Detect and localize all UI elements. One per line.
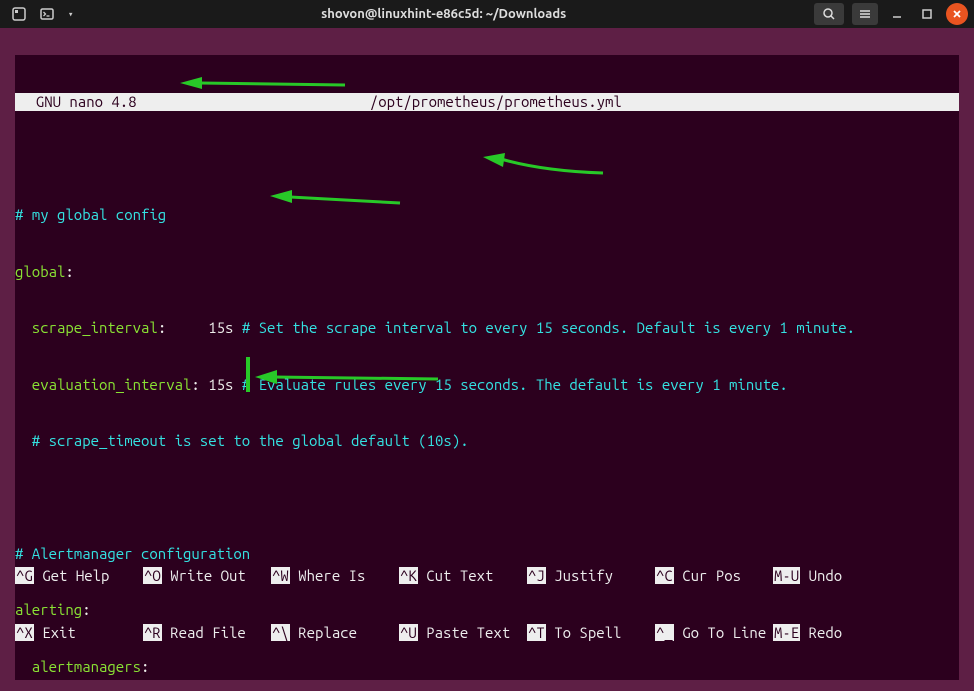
hamburger-menu-button[interactable] [852, 3, 878, 25]
gnome-topbar: ▾ shovon@linuxhint-e86c5d: ~/Downloads [0, 0, 974, 28]
menu-dropdown-icon[interactable]: ▾ [68, 9, 73, 20]
terminal-window[interactable]: GNU nano 4.8 /opt/prometheus/prometheus.… [15, 55, 959, 680]
code-comment: # my global config [15, 206, 166, 223]
topbar-left: ▾ [6, 7, 73, 21]
shortcut-row-1: ^G Get Help ^O Write Out ^W Where Is ^K … [15, 567, 959, 586]
code-key: scrape_interval [15, 319, 158, 336]
window-title: shovon@linuxhint-e86c5d: ~/Downloads [77, 7, 810, 21]
maximize-button[interactable] [916, 3, 938, 25]
nano-shortcut-bar: ^G Get Help ^O Write Out ^W Where Is ^K … [15, 530, 959, 680]
close-button[interactable] [946, 3, 968, 25]
nano-filename: /opt/prometheus/prometheus.yml [157, 93, 835, 112]
shortcut-label: Get Help [34, 567, 110, 584]
code-key: global [15, 263, 65, 280]
minimize-button[interactable] [886, 3, 908, 25]
code-comment: # Set the scrape interval to every 15 se… [242, 319, 855, 336]
topbar-right [814, 3, 968, 25]
nano-titlebar: GNU nano 4.8 /opt/prometheus/prometheus.… [15, 93, 959, 112]
shortcut-key: ^G [15, 567, 34, 584]
nano-app-label: GNU nano 4.8 [19, 93, 157, 112]
activities-icon[interactable] [12, 7, 26, 21]
search-button[interactable] [814, 3, 844, 25]
code-key: evaluation_interval [15, 376, 191, 393]
terminal-app-icon[interactable] [40, 7, 54, 21]
shortcut-row-2: ^X Exit ^R Read File ^\ Replace ^U Paste… [15, 624, 959, 643]
code-comment: # Evaluate rules every 15 seconds. The d… [242, 376, 788, 393]
code-comment: # scrape_timeout is set to the global de… [15, 432, 469, 449]
